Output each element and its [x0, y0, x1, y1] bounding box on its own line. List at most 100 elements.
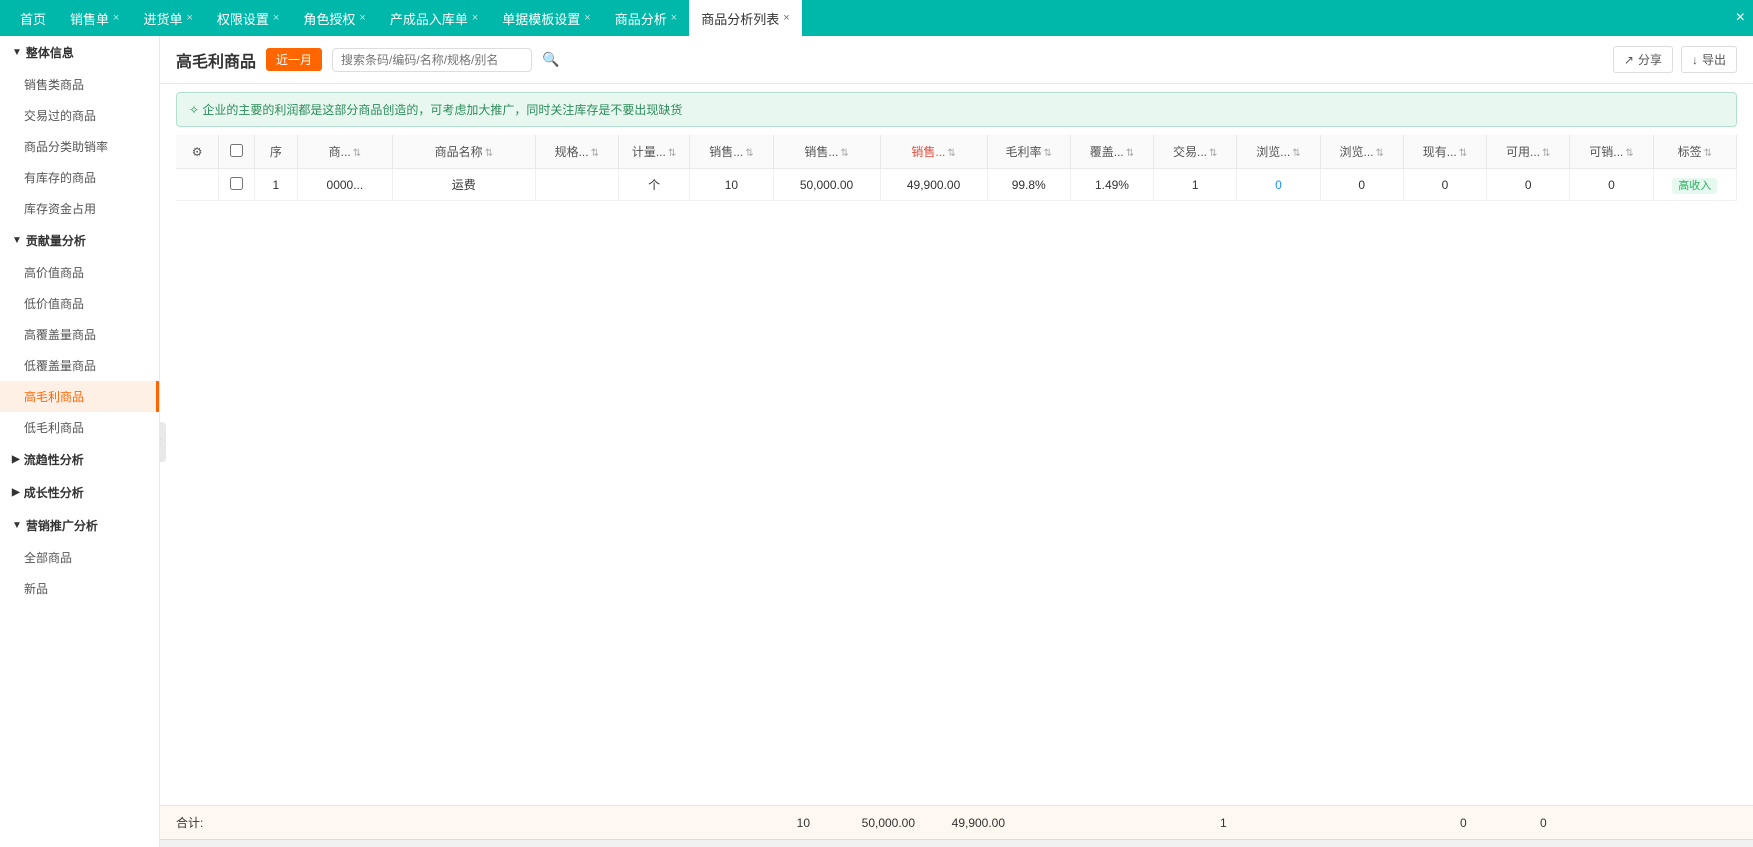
nav-item-home[interactable]: 首页 — [8, 0, 58, 36]
collapse-icon: « — [160, 436, 161, 447]
content-header: 高毛利商品 近一月 🔍 ↗ 分享 ↓ 导出 — [160, 36, 1753, 84]
sidebar-group-marketing-label: 营销推广分析 — [26, 517, 98, 534]
col-checkbox[interactable] — [219, 135, 255, 169]
row-checkbox[interactable] — [230, 177, 243, 190]
sidebar-item-high-value[interactable]: 高价值商品 — [0, 257, 159, 288]
nav-close-inbound[interactable]: × — [472, 12, 478, 24]
sidebar-item-low-coverage[interactable]: 低覆盖量商品 — [0, 350, 159, 381]
footer-sales-amount: 50,000.00 — [843, 816, 933, 830]
col-settings[interactable]: ⚙ — [176, 135, 219, 169]
nav-label-analysis: 商品分析 — [615, 9, 667, 28]
cell-salable-stock: 0 — [1570, 169, 1653, 201]
col-transaction[interactable]: 交易...⇅ — [1154, 135, 1237, 169]
sidebar-item-all-goods[interactable]: 全部商品 — [0, 542, 159, 573]
arrow-contribution: ▼ — [12, 235, 22, 246]
col-code[interactable]: 商...⇅ — [297, 135, 392, 169]
col-sales-cost[interactable]: 销售...⇅ — [880, 135, 987, 169]
sidebar-item-stock-funds[interactable]: 库存资金占用 — [0, 193, 159, 224]
nav-label-home: 首页 — [20, 9, 46, 28]
col-sales-qty[interactable]: 销售...⇅ — [690, 135, 773, 169]
col-available-stock[interactable]: 可用...⇅ — [1487, 135, 1570, 169]
cell-browse1[interactable]: 0 — [1237, 169, 1320, 201]
col-unit[interactable]: 计量...⇅ — [618, 135, 689, 169]
sidebar-item-low-margin[interactable]: 低毛利商品 — [0, 412, 159, 443]
nav-item-purchase[interactable]: 进货单 × — [131, 0, 204, 36]
col-current-stock[interactable]: 现有...⇅ — [1403, 135, 1486, 169]
window-close-button[interactable]: × — [1736, 9, 1745, 27]
nav-item-permissions[interactable]: 权限设置 × — [205, 0, 291, 36]
nav-close-template[interactable]: × — [584, 12, 590, 24]
sidebar-group-growth[interactable]: ▶ 成长性分析 — [0, 476, 159, 509]
sidebar-item-stock-goods[interactable]: 有库存的商品 — [0, 162, 159, 193]
footer-label: 合计: — [176, 814, 203, 831]
cell-seq: 1 — [254, 169, 297, 201]
export-label: 导出 — [1702, 51, 1726, 68]
cell-transaction: 1 — [1154, 169, 1237, 201]
info-text: ✧ 企业的主要的利润都是这部分商品创造的，可考虑加大推广，同时关注库存是不要出现… — [189, 101, 682, 118]
cell-sales-cost: 49,900.00 — [880, 169, 987, 201]
nav-label-role: 角色授权 — [303, 9, 355, 28]
nav-close-role[interactable]: × — [359, 12, 365, 24]
sidebar-group-overall[interactable]: ▼ 整体信息 — [0, 36, 159, 69]
sidebar-item-traded-goods[interactable]: 交易过的商品 — [0, 100, 159, 131]
col-coverage[interactable]: 覆盖...⇅ — [1070, 135, 1153, 169]
browse1-link[interactable]: 0 — [1275, 178, 1282, 192]
sidebar-item-sales-goods[interactable]: 销售类商品 — [0, 69, 159, 100]
export-button[interactable]: ↓ 导出 — [1681, 46, 1737, 73]
nav-close-sales[interactable]: × — [113, 12, 119, 24]
content-area: « 高毛利商品 近一月 🔍 ↗ 分享 ↓ 导出 ✧ 企业的主 — [160, 36, 1753, 847]
scroll-bar-bottom[interactable] — [160, 839, 1753, 847]
search-icon: 🔍 — [542, 51, 559, 67]
arrow-overall: ▼ — [12, 47, 22, 58]
sidebar-group-trend-label: 流趋性分析 — [24, 451, 84, 468]
col-browse2[interactable]: 浏览...⇅ — [1320, 135, 1403, 169]
nav-close-analysis-list[interactable]: × — [783, 12, 789, 24]
share-button[interactable]: ↗ 分享 — [1613, 46, 1673, 73]
sidebar-group-trend[interactable]: ▶ 流趋性分析 — [0, 443, 159, 476]
footer-sales-qty: 10 — [763, 816, 843, 830]
cell-tag: 高收入 — [1653, 169, 1736, 201]
nav-item-inbound[interactable]: 产成品入库单 × — [378, 0, 490, 36]
sidebar-item-high-margin[interactable]: 高毛利商品 — [0, 381, 159, 412]
nav-item-analysis-list[interactable]: 商品分析列表 × — [689, 0, 801, 36]
nav-item-sales[interactable]: 销售单 × — [58, 0, 131, 36]
sidebar-item-low-value[interactable]: 低价值商品 — [0, 288, 159, 319]
sidebar-group-marketing[interactable]: ▼ 营销推广分析 — [0, 509, 159, 542]
footer-empty-seq — [323, 816, 403, 830]
nav-label-purchase: 进货单 — [143, 9, 182, 28]
sidebar-item-category-rate[interactable]: 商品分类助销率 — [0, 131, 159, 162]
col-spec[interactable]: 规格...⇅ — [535, 135, 618, 169]
cell-available-stock: 0 — [1487, 169, 1570, 201]
col-browse1[interactable]: 浏览...⇅ — [1237, 135, 1320, 169]
sidebar-group-contribution[interactable]: ▼ 贡献量分析 — [0, 224, 159, 257]
col-salable-stock[interactable]: 可销...⇅ — [1570, 135, 1653, 169]
nav-item-analysis[interactable]: 商品分析 × — [603, 0, 689, 36]
footer-empty-unit — [683, 816, 763, 830]
col-tag[interactable]: 标签⇅ — [1653, 135, 1736, 169]
select-all-checkbox[interactable] — [230, 144, 243, 157]
nav-close-permissions[interactable]: × — [273, 12, 279, 24]
cell-checkbox[interactable] — [219, 169, 255, 201]
search-button[interactable]: 🔍 — [542, 51, 559, 68]
nav-close-purchase[interactable]: × — [186, 12, 192, 24]
arrow-growth: ▶ — [12, 487, 20, 498]
filter-button[interactable]: 近一月 — [266, 48, 322, 71]
nav-item-template[interactable]: 单据模板设置 × — [490, 0, 602, 36]
cell-sales-qty: 10 — [690, 169, 773, 201]
sidebar-collapse-button[interactable]: « — [160, 422, 166, 462]
footer-empty-spec — [603, 816, 683, 830]
footer-values: 10 50,000.00 49,900.00 1 0 0 — [323, 816, 1583, 830]
cell-name: 运费 — [392, 169, 535, 201]
col-name[interactable]: 商品名称⇅ — [392, 135, 535, 169]
nav-item-role[interactable]: 角色授权 × — [291, 0, 377, 36]
cell-coverage: 1.49% — [1070, 169, 1153, 201]
table-header-row: ⚙ 序 商...⇅ 商品名称⇅ 规格...⇅ 计量...⇅ 销售...⇅ 销售.… — [176, 135, 1737, 169]
col-gross-margin[interactable]: 毛利率⇅ — [987, 135, 1070, 169]
sidebar-item-new-goods[interactable]: 新品 — [0, 573, 159, 604]
nav-close-analysis[interactable]: × — [671, 12, 677, 24]
search-input[interactable] — [332, 48, 532, 72]
sidebar-item-high-coverage[interactable]: 高覆盖量商品 — [0, 319, 159, 350]
cell-gross-margin: 99.8% — [987, 169, 1070, 201]
cell-browse2: 0 — [1320, 169, 1403, 201]
col-sales-amount[interactable]: 销售...⇅ — [773, 135, 880, 169]
